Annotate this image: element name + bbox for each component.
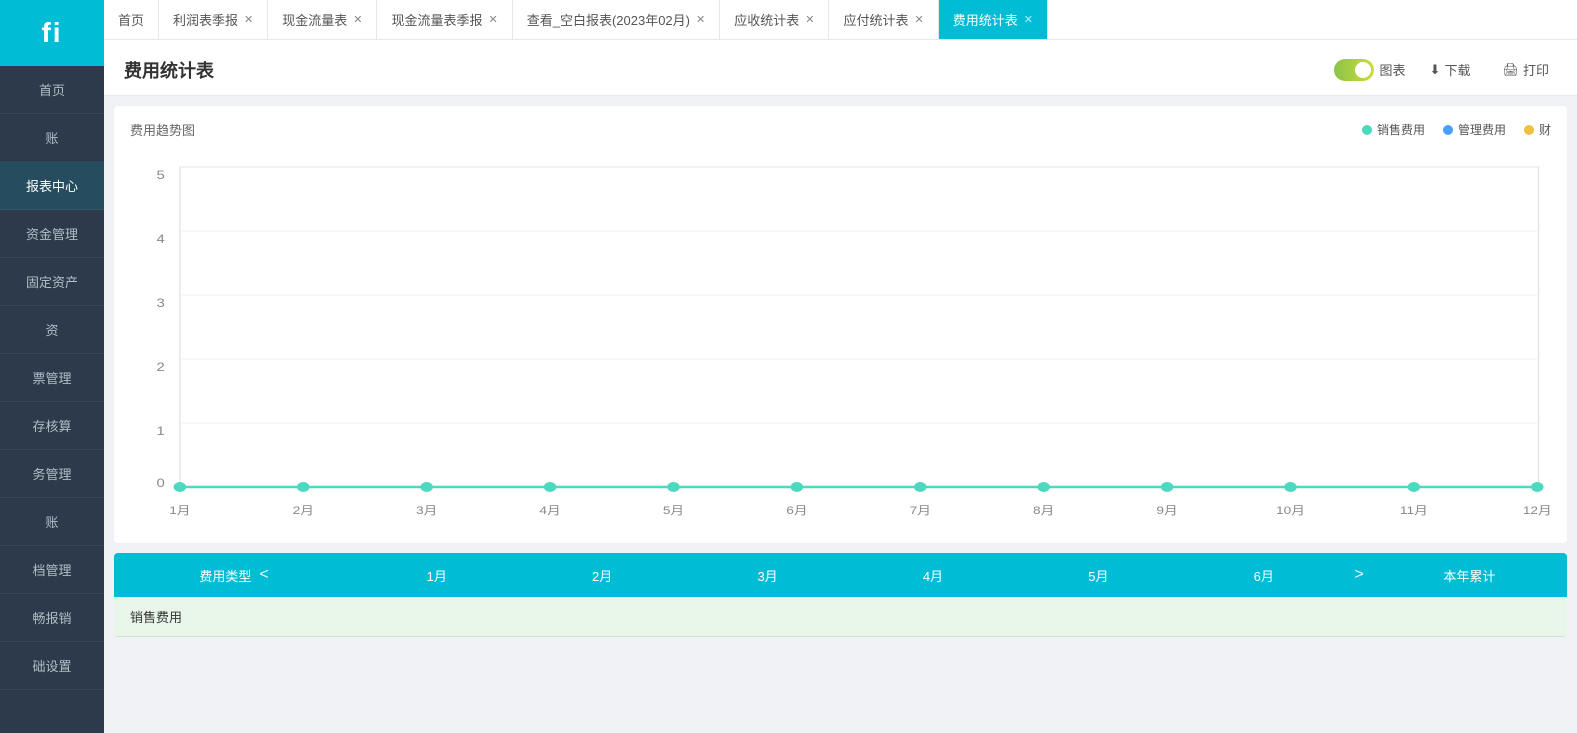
th-jan: 1月 [354,566,519,585]
print-button[interactable]: 🖨 打印 [1494,56,1557,83]
page-title: 费用统计表 [124,57,214,83]
tab-close-payable[interactable]: ✕ [914,13,923,26]
svg-text:1: 1 [157,424,165,437]
svg-text:7月: 7月 [910,504,931,516]
sidebar: fi 首页 账 报表中心 资金管理 固定资产 资 票管理 存核算 务管理 账 档… [0,0,104,733]
chart-legend: 销售费用 管理费用 财 [1362,121,1551,138]
tab-cashflow[interactable]: 现金流量表 ✕ [268,0,377,39]
svg-text:6月: 6月 [786,504,807,516]
header-actions: 图表 ⬇ 下载 🖨 打印 [1334,56,1557,83]
svg-text:2月: 2月 [293,504,314,516]
tab-receivable[interactable]: 应收统计表 ✕ [720,0,829,39]
chart-header: 费用趋势图 销售费用 管理费用 财 [130,120,1551,139]
table-row-sales: 销售费用 [114,597,1567,637]
tab-home[interactable]: 首页 [104,0,159,39]
th-mar: 3月 [685,566,850,585]
td-type-sales: 销售费用 [114,607,365,626]
legend-admin: 管理费用 [1443,121,1506,138]
table-header-row: 费用类型 < 1月 2月 3月 4月 5月 6月 > 本年累计 [114,553,1567,597]
svg-text:9月: 9月 [1156,504,1177,516]
svg-text:0: 0 [157,476,165,489]
legend-dot-admin [1443,125,1453,135]
sidebar-item-archive[interactable]: 档管理 [0,546,104,594]
main-area: 首页 利润表季报 ✕ 现金流量表 ✕ 现金流量表季报 ✕ 查看_空白报表(202… [104,0,1577,733]
sidebar-item-home[interactable]: 首页 [0,66,104,114]
tab-blank-report[interactable]: 查看_空白报表(2023年02月) ✕ [513,0,721,39]
legend-sales: 销售费用 [1362,121,1425,138]
tab-close-cashflow[interactable]: ✕ [353,13,362,26]
svg-text:8月: 8月 [1033,504,1054,516]
svg-text:3: 3 [157,296,165,309]
sidebar-item-resources[interactable]: 资 [0,306,104,354]
legend-dot-finance [1524,125,1534,135]
page-content: 费用统计表 图表 ⬇ 下载 🖨 打印 费用趋势图 [104,40,1577,733]
sidebar-item-assets[interactable]: 固定资产 [0,258,104,306]
chart-container: 5 4 3 2 1 0 [130,149,1551,529]
sidebar-item-ledger[interactable]: 账 [0,498,104,546]
tab-close-profit-quarterly[interactable]: ✕ [244,13,253,26]
th-annual: 本年累计 [1372,566,1567,585]
download-icon: ⬇ [1430,62,1441,78]
toggle-label: 图表 [1380,60,1406,79]
tab-cashflow-quarterly[interactable]: 现金流量表季报 ✕ [377,0,512,39]
tab-expense-stats[interactable]: 费用统计表 ✕ [939,0,1048,39]
svg-text:5月: 5月 [663,504,684,516]
tab-close-receivable[interactable]: ✕ [805,13,814,26]
svg-text:10月: 10月 [1276,504,1305,516]
sidebar-item-funds[interactable]: 资金管理 [0,210,104,258]
svg-text:2: 2 [157,360,165,373]
svg-text:1月: 1月 [169,504,190,516]
svg-text:3月: 3月 [416,504,437,516]
download-button[interactable]: ⬇ 下载 [1422,56,1479,83]
sidebar-item-expense[interactable]: 畅报销 [0,594,104,642]
sidebar-item-tickets[interactable]: 票管理 [0,354,104,402]
th-apr: 4月 [850,566,1015,585]
legend-finance: 财 [1524,121,1551,138]
tab-close-expense-stats[interactable]: ✕ [1024,13,1033,26]
table-section: 费用类型 < 1月 2月 3月 4月 5月 6月 > 本年累计 销售费用 [114,553,1567,637]
nav-prev-button[interactable]: < [259,566,268,584]
chart-toggle[interactable] [1334,59,1374,81]
tab-close-blank-report[interactable]: ✕ [696,13,705,26]
chart-title: 费用趋势图 [130,120,195,139]
svg-text:5: 5 [157,168,165,181]
sidebar-item-reports[interactable]: 报表中心 [0,162,104,210]
chart-svg: 5 4 3 2 1 0 [130,149,1551,529]
sidebar-item-services[interactable]: 务管理 [0,450,104,498]
chart-section: 费用趋势图 销售费用 管理费用 财 [114,106,1567,543]
tab-payable[interactable]: 应付统计表 ✕ [829,0,938,39]
th-may: 5月 [1016,566,1181,585]
tab-close-cashflow-quarterly[interactable]: ✕ [489,13,498,26]
svg-text:12月: 12月 [1523,504,1551,516]
svg-text:4月: 4月 [539,504,560,516]
sidebar-logo: fi [0,0,104,66]
tab-profit-quarterly[interactable]: 利润表季报 ✕ [159,0,268,39]
toggle-wrap: 图表 [1334,59,1406,81]
svg-text:11月: 11月 [1400,504,1428,516]
sidebar-item-inventory[interactable]: 存核算 [0,402,104,450]
svg-text:4: 4 [157,232,166,245]
tab-bar: 首页 利润表季报 ✕ 现金流量表 ✕ 现金流量表季报 ✕ 查看_空白报表(202… [104,0,1577,40]
nav-next-button[interactable]: > [1346,566,1371,584]
th-feb: 2月 [519,566,684,585]
sidebar-item-settings[interactable]: 础设置 [0,642,104,690]
page-header: 费用统计表 图表 ⬇ 下载 🖨 打印 [104,40,1577,96]
legend-dot-sales [1362,125,1372,135]
th-jun: 6月 [1181,566,1346,585]
print-icon: 🖨 [1502,62,1519,78]
sidebar-item-account[interactable]: 账 [0,114,104,162]
th-type: 费用类型 < [114,566,354,585]
